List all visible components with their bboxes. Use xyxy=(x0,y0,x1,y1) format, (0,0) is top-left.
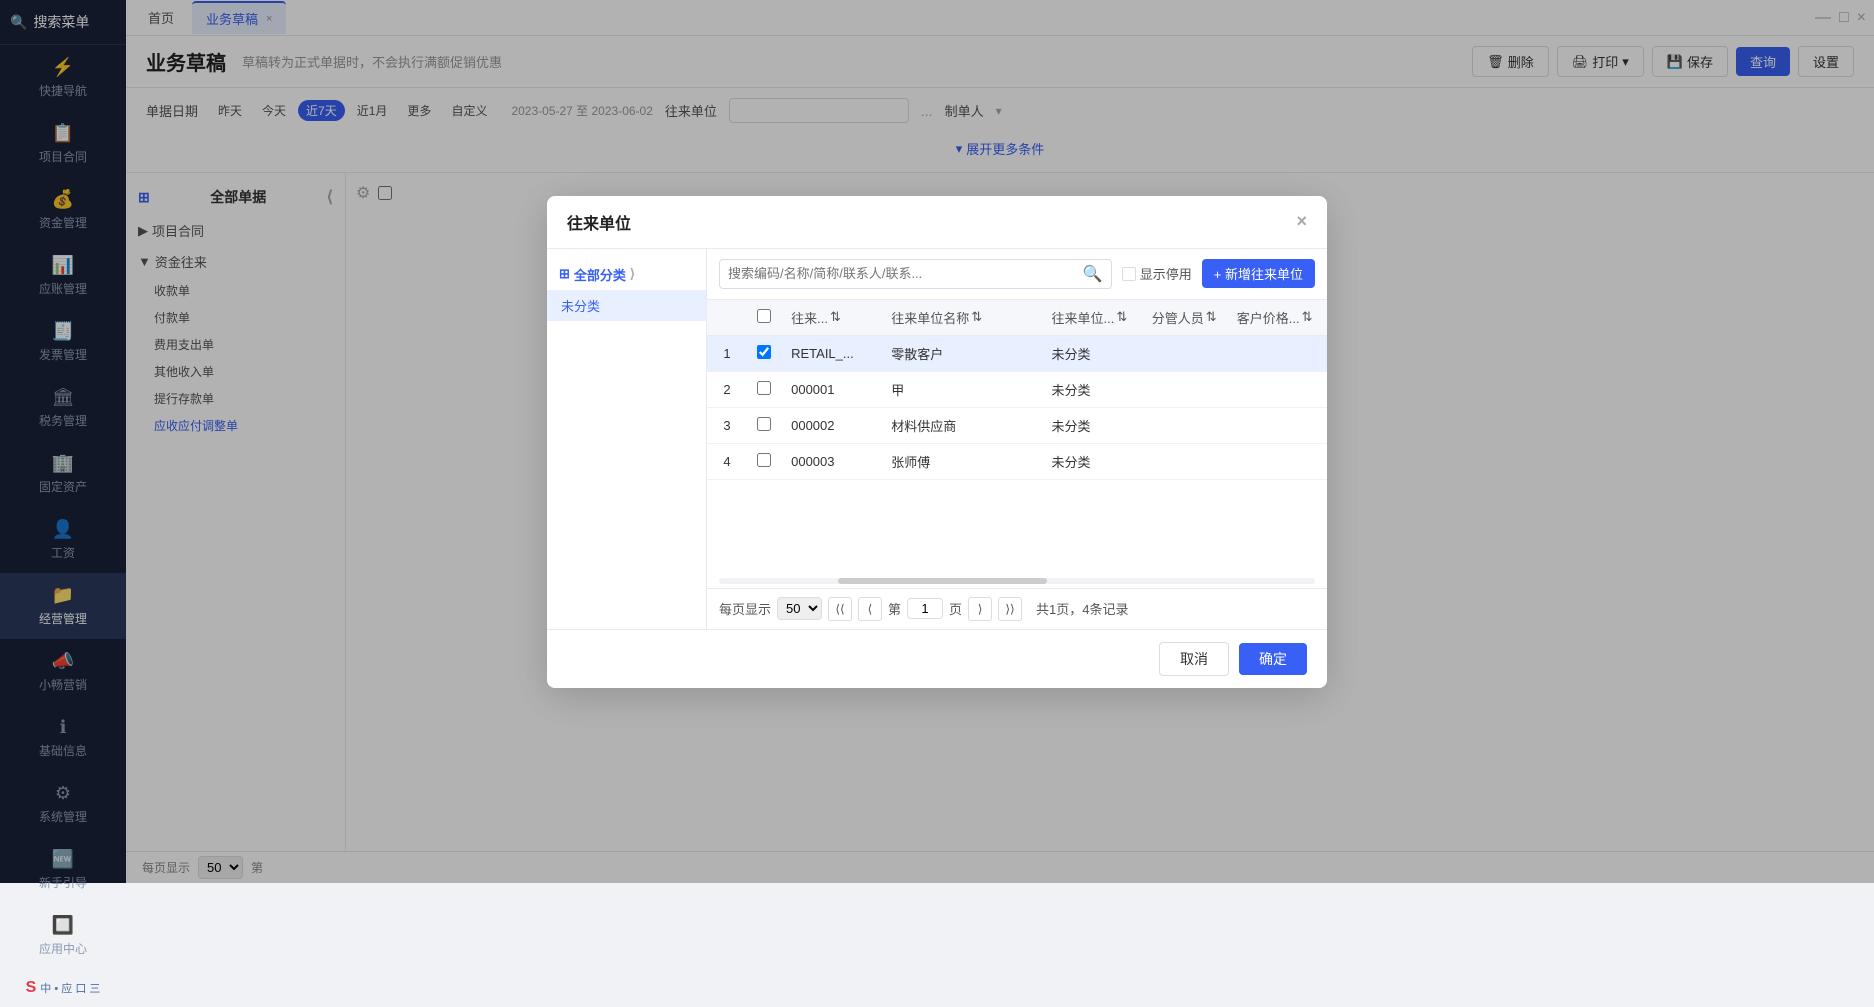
row-person xyxy=(1142,407,1227,443)
prev-page-button[interactable]: ⟨ xyxy=(858,597,882,621)
prev-page-icon: ⟨ xyxy=(868,602,873,616)
dialog-header: 往来单位 × xyxy=(547,196,1327,249)
col-header-name[interactable]: 往来单位名称 ⇅ xyxy=(881,300,1041,336)
row-code: RETAIL_... xyxy=(781,335,881,371)
row-category: 未分类 xyxy=(1042,443,1142,479)
dialog-footer: 取消 确定 xyxy=(547,629,1327,688)
dialog-title: 往来单位 xyxy=(567,210,631,234)
dialog-pagination: 每页显示 50 ⟨⟨ ⟨ 第 页 ⟩ xyxy=(707,588,1327,629)
col-header-code[interactable]: 往来... ⇅ xyxy=(781,300,881,336)
row-price xyxy=(1227,335,1327,371)
row-name: 甲 xyxy=(881,371,1041,407)
row-checkbox[interactable] xyxy=(747,335,781,371)
sort-icon: ⇅ xyxy=(971,309,982,325)
page-label: 第 xyxy=(888,599,901,618)
sidebar-item-app-center[interactable]: 🔲 应用中心 xyxy=(0,903,126,969)
row-category: 未分类 xyxy=(1042,371,1142,407)
dialog-table: 往来... ⇅ 往来单位名称 ⇅ xyxy=(707,300,1327,574)
table-row[interactable]: 3 000002 材料供应商 未分类 xyxy=(707,407,1327,443)
dialog-overlay: 往来单位 × ⊞ 全部分类 ⟩ 未分类 🔍 xyxy=(0,0,1874,883)
col-header-person[interactable]: 分管人员 ⇅ xyxy=(1142,300,1227,336)
app-center-icon: 🔲 xyxy=(52,915,74,936)
total-text: 共1页，4条记录 xyxy=(1036,599,1128,618)
sidebar-logo: S 中 • 应 口 三 xyxy=(0,969,126,1007)
page-suffix: 页 xyxy=(949,599,962,618)
row-num: 2 xyxy=(707,371,747,407)
row-code: 000002 xyxy=(781,407,881,443)
dialog-search-input[interactable] xyxy=(728,266,1077,281)
row-checkbox[interactable] xyxy=(747,443,781,479)
table-row[interactable]: 1 RETAIL_... 零散客户 未分类 xyxy=(707,335,1327,371)
row-code: 000001 xyxy=(781,371,881,407)
row-num: 3 xyxy=(707,407,747,443)
row-person xyxy=(1142,335,1227,371)
show-inactive-option: 显示停用 xyxy=(1122,264,1192,283)
col-header-price[interactable]: 客户价格... ⇅ xyxy=(1227,300,1327,336)
page-number-input[interactable] xyxy=(907,598,943,619)
category-label: 全部分类 xyxy=(574,265,626,284)
dialog-scrollbar[interactable] xyxy=(719,578,1315,584)
sort-name[interactable]: 往来单位名称 ⇅ xyxy=(891,308,1031,327)
first-page-button[interactable]: ⟨⟨ xyxy=(828,597,852,621)
table-select-all[interactable] xyxy=(757,309,771,323)
dialog-right-panel: 🔍 显示停用 + 新增往来单位 xyxy=(707,249,1327,629)
dialog-search-box[interactable]: 🔍 xyxy=(719,259,1112,289)
sort-icon: ⇅ xyxy=(1302,309,1313,325)
table-row[interactable]: 2 000001 甲 未分类 xyxy=(707,371,1327,407)
row-price xyxy=(1227,443,1327,479)
dialog-left-header: ⊞ 全部分类 ⟩ xyxy=(547,259,706,290)
per-page-label: 每页显示 xyxy=(719,599,771,618)
row-person xyxy=(1142,371,1227,407)
row-num: 4 xyxy=(707,443,747,479)
col-header-num xyxy=(707,300,747,336)
col-header-check xyxy=(747,300,781,336)
sort-code[interactable]: 往来... ⇅ xyxy=(791,308,871,327)
col-header-category[interactable]: 往来单位... ⇅ xyxy=(1042,300,1142,336)
first-page-icon: ⟨⟨ xyxy=(835,602,844,616)
row-person xyxy=(1142,443,1227,479)
next-page-button[interactable]: ⟩ xyxy=(968,597,992,621)
show-inactive-checkbox[interactable] xyxy=(1122,267,1136,281)
table-row[interactable]: 4 000003 张师傅 未分类 xyxy=(707,443,1327,479)
row-name: 张师傅 xyxy=(881,443,1041,479)
row-name: 材料供应商 xyxy=(881,407,1041,443)
partner-dialog: 往来单位 × ⊞ 全部分类 ⟩ 未分类 🔍 xyxy=(547,196,1327,688)
row-price xyxy=(1227,371,1327,407)
show-inactive-label: 显示停用 xyxy=(1140,264,1192,283)
per-page-select[interactable]: 50 xyxy=(777,597,822,620)
sort-price[interactable]: 客户价格... ⇅ xyxy=(1237,308,1317,327)
last-page-button[interactable]: ⟩⟩ xyxy=(998,597,1022,621)
dialog-left-panel: ⊞ 全部分类 ⟩ 未分类 xyxy=(547,249,707,629)
next-page-icon: ⟩ xyxy=(978,602,983,616)
dialog-left-collapse-icon[interactable]: ⟩ xyxy=(630,266,635,282)
category-grid-icon: ⊞ xyxy=(559,266,570,282)
cancel-button[interactable]: 取消 xyxy=(1159,642,1229,676)
row-category: 未分类 xyxy=(1042,335,1142,371)
row-name: 零散客户 xyxy=(881,335,1041,371)
row-num: 1 xyxy=(707,335,747,371)
sort-person[interactable]: 分管人员 ⇅ xyxy=(1152,308,1217,327)
dialog-close-button[interactable]: × xyxy=(1296,211,1307,232)
dialog-toolbar: 🔍 显示停用 + 新增往来单位 xyxy=(707,249,1327,300)
add-partner-button[interactable]: + 新增往来单位 xyxy=(1202,259,1315,288)
add-partner-label: + 新增往来单位 xyxy=(1214,264,1303,283)
dialog-body: ⊞ 全部分类 ⟩ 未分类 🔍 显示停用 xyxy=(547,249,1327,629)
sidebar-item-label: 应用中心 xyxy=(39,940,87,957)
dialog-scrollbar-thumb[interactable] xyxy=(838,578,1047,584)
row-category: 未分类 xyxy=(1042,407,1142,443)
sort-icon: ⇅ xyxy=(1116,309,1127,325)
last-page-icon: ⟩⟩ xyxy=(1005,602,1014,616)
row-code: 000003 xyxy=(781,443,881,479)
dialog-search-icon: 🔍 xyxy=(1083,264,1103,284)
row-checkbox[interactable] xyxy=(747,371,781,407)
sort-icon: ⇅ xyxy=(830,309,841,325)
dialog-category-unclassified[interactable]: 未分类 xyxy=(547,290,706,321)
confirm-button[interactable]: 确定 xyxy=(1239,643,1307,675)
sort-icon: ⇅ xyxy=(1206,309,1217,325)
row-checkbox[interactable] xyxy=(747,407,781,443)
row-price xyxy=(1227,407,1327,443)
sort-category[interactable]: 往来单位... ⇅ xyxy=(1052,308,1132,327)
